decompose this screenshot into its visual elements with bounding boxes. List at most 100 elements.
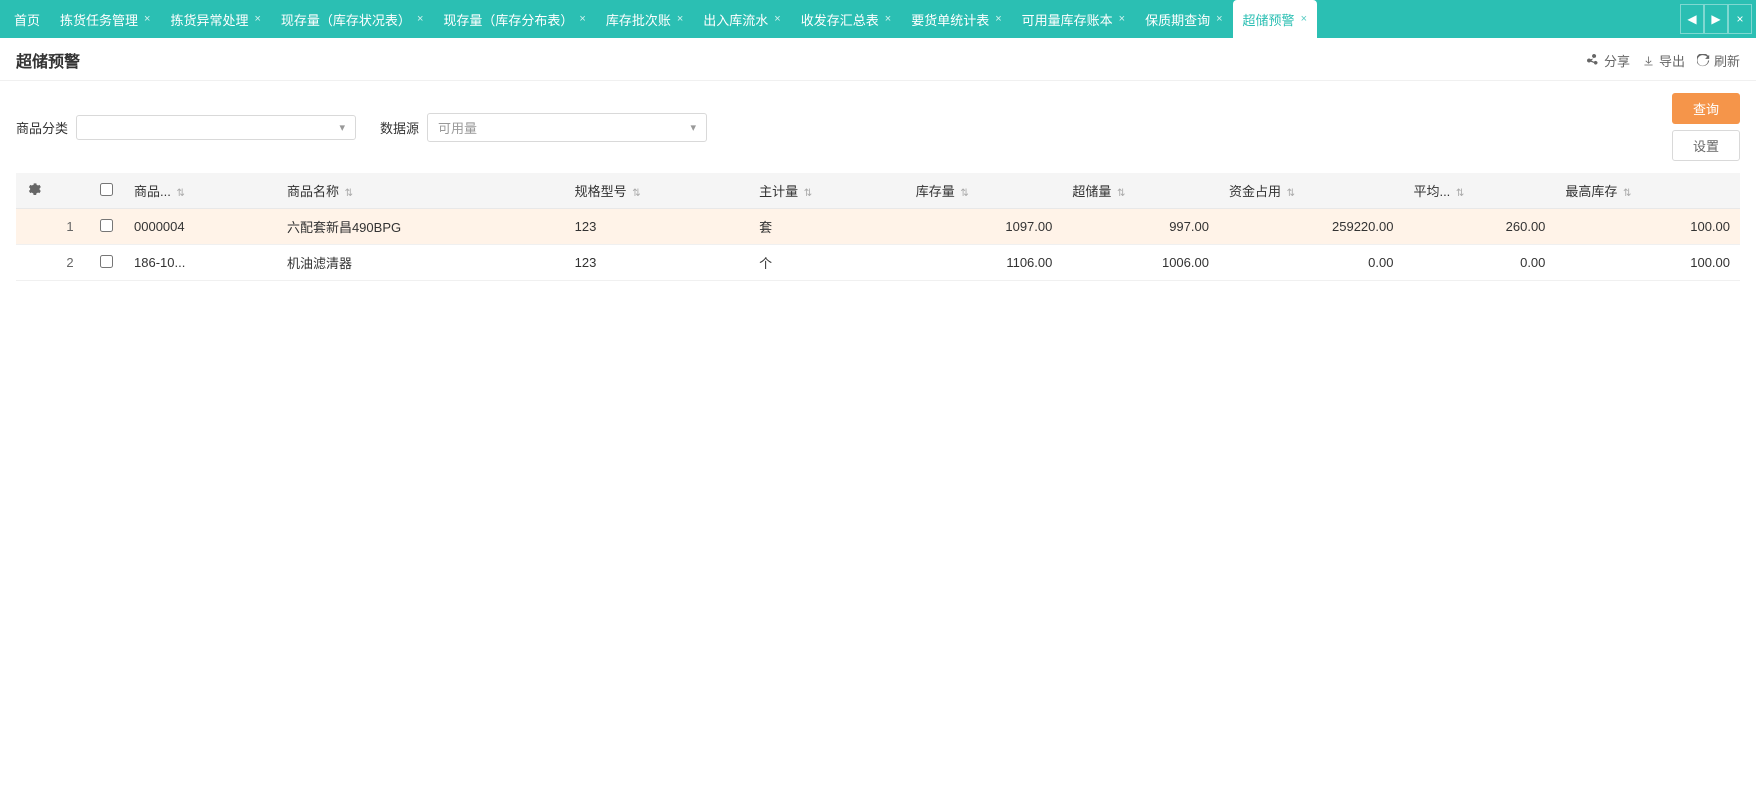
row-spec: 123 [565,245,749,281]
row-num: 1 [52,209,88,245]
datasource-label: 数据源 [380,118,419,137]
nav-arrow-left[interactable]: ◀ [1680,4,1704,34]
nav-shelf-life[interactable]: 保质期查询 × [1135,0,1232,38]
nav-shelf-life-close[interactable]: × [1216,13,1222,25]
row-unit: 个 [749,245,906,281]
row-name: 机油滤清器 [277,245,565,281]
row-capital: 0.00 [1219,245,1403,281]
sort-spec-icon: ⇅ [632,188,640,199]
refresh-button[interactable]: 刷新 [1697,51,1740,70]
select-all-checkbox[interactable] [100,183,113,196]
row-avg: 260.00 [1403,209,1555,245]
row-overstock: 1006.00 [1062,245,1219,281]
row-overstock: 997.00 [1062,209,1219,245]
nav-abnormal[interactable]: 拣货异常处理 × [160,0,270,38]
row-stock: 1097.00 [906,209,1063,245]
row-checkbox-cell[interactable] [88,245,124,281]
nav-overstock-close[interactable]: × [1301,13,1307,25]
table-body: 1 0000004 六配套新昌490BPG 123 套 1097.00 997.… [16,209,1740,281]
row-maxstock: 100.00 [1555,245,1740,281]
nav-home[interactable]: 首页 [4,0,50,38]
nav-overstock[interactable]: 超储预警 × [1233,0,1317,38]
filter-actions: 查询 设置 [1672,93,1740,161]
row-num: 2 [52,245,88,281]
nav-abnormal-close[interactable]: × [254,13,260,25]
nav-stock-status-close[interactable]: × [417,13,423,25]
export-button[interactable]: 导出 [1642,51,1685,70]
row-code: 0000004 [124,209,277,245]
row-maxstock: 100.00 [1555,209,1740,245]
nav-req-stats-close[interactable]: × [995,13,1001,25]
sort-capital-icon: ⇅ [1287,188,1295,199]
nav-avail-stock-close[interactable]: × [1119,13,1125,25]
sort-code-icon: ⇅ [176,188,184,199]
nav-task-mgmt[interactable]: 拣货任务管理 × [50,0,160,38]
th-checkbox[interactable] [88,173,124,209]
nav-stock-status[interactable]: 现存量（库存状况表） × [271,0,433,38]
datasource-select[interactable]: 可用量 ▾ [427,113,707,142]
row-checkbox-cell[interactable] [88,209,124,245]
th-rownum [52,173,88,209]
nav-avail-stock[interactable]: 可用量库存账本 × [1012,0,1135,38]
category-filter-group: 商品分类 ▾ [16,115,356,140]
nav-stock-dist[interactable]: 现存量（库存分布表） × [433,0,595,38]
row-checkbox[interactable] [100,219,113,232]
row-checkbox[interactable] [100,255,113,268]
row-name: 六配套新昌490BPG [277,209,565,245]
refresh-icon [1697,54,1710,67]
table-row: 2 186-10... 机油滤清器 123 个 1106.00 1006.00 … [16,245,1740,281]
category-select[interactable]: ▾ [76,115,356,140]
row-spec: 123 [565,209,749,245]
row-expand[interactable] [16,209,52,245]
nav-summary-close[interactable]: × [885,13,891,25]
nav-req-stats[interactable]: 要货单统计表 × [901,0,1011,38]
th-gear[interactable] [16,173,52,209]
row-capital: 259220.00 [1219,209,1403,245]
gear-icon [27,182,41,196]
filter-bar: 商品分类 ▾ 数据源 可用量 ▾ 查询 设置 [0,81,1756,173]
row-unit: 套 [749,209,906,245]
nav-arrow-close[interactable]: × [1728,4,1752,34]
share-button[interactable]: 分享 [1587,51,1630,70]
settings-button[interactable]: 设置 [1672,130,1740,161]
nav-stock-dist-close[interactable]: × [579,13,585,25]
sort-unit-icon: ⇅ [804,188,812,199]
data-table: 商品... ⇅ 商品名称 ⇅ 规格型号 ⇅ 主计量 ⇅ 库存量 ⇅ [16,173,1740,281]
nav-task-mgmt-close[interactable]: × [144,13,150,25]
nav-arrows: ◀ ▶ × [1680,4,1752,34]
share-icon [1587,54,1600,67]
category-value [87,120,91,135]
page-header: 超储预警 分享 导出 刷新 [0,38,1756,81]
th-avg[interactable]: 平均... ⇅ [1403,173,1555,209]
nav-flow[interactable]: 出入库流水 × [693,0,790,38]
nav-arrow-right[interactable]: ▶ [1704,4,1728,34]
th-maxstock[interactable]: 最高库存 ⇅ [1555,173,1740,209]
th-stock[interactable]: 库存量 ⇅ [906,173,1063,209]
nav-batch[interactable]: 库存批次账 × [596,0,693,38]
datasource-chevron-icon: ▾ [691,121,697,134]
category-label: 商品分类 [16,118,68,137]
sort-name-icon: ⇅ [345,188,353,199]
nav-flow-close[interactable]: × [774,13,780,25]
sort-overstock-icon: ⇅ [1117,188,1125,199]
sort-avg-icon: ⇅ [1456,188,1464,199]
th-name[interactable]: 商品名称 ⇅ [277,173,565,209]
th-capital[interactable]: 资金占用 ⇅ [1219,173,1403,209]
row-expand[interactable] [16,245,52,281]
header-actions: 分享 导出 刷新 [1587,51,1740,70]
th-code[interactable]: 商品... ⇅ [124,173,277,209]
table-header-row: 商品... ⇅ 商品名称 ⇅ 规格型号 ⇅ 主计量 ⇅ 库存量 ⇅ [16,173,1740,209]
top-nav: 首页 拣货任务管理 × 拣货异常处理 × 现存量（库存状况表） × 现存量（库存… [0,0,1756,38]
th-spec[interactable]: 规格型号 ⇅ [565,173,749,209]
row-avg: 0.00 [1403,245,1555,281]
row-code: 186-10... [124,245,277,281]
datasource-value: 可用量 [438,118,477,137]
sort-stock-icon: ⇅ [960,188,968,199]
th-unit[interactable]: 主计量 ⇅ [749,173,906,209]
table-row: 1 0000004 六配套新昌490BPG 123 套 1097.00 997.… [16,209,1740,245]
nav-batch-close[interactable]: × [677,13,683,25]
row-stock: 1106.00 [906,245,1063,281]
th-overstock[interactable]: 超储量 ⇅ [1062,173,1219,209]
nav-summary[interactable]: 收发存汇总表 × [791,0,901,38]
query-button[interactable]: 查询 [1672,93,1740,124]
